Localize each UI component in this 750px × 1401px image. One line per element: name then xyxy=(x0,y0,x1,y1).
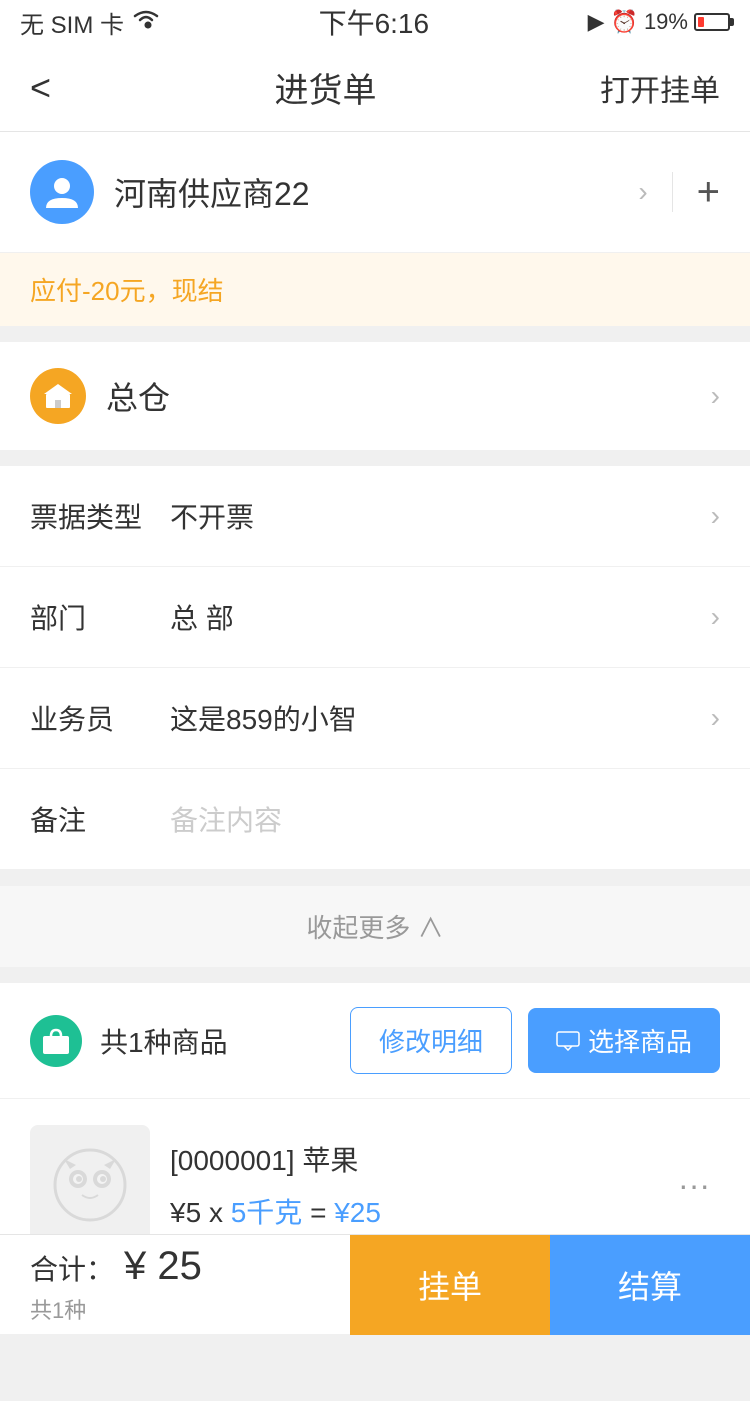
department-value: 总 部 xyxy=(170,597,701,637)
status-right: ▶ ⏰ 19% xyxy=(588,9,730,35)
remark-label: 备注 xyxy=(30,799,170,839)
product-name: [0000001] 苹果 xyxy=(170,1139,668,1179)
warehouse-row[interactable]: 总仓 › xyxy=(0,342,750,450)
unit-price: ¥5 xyxy=(170,1197,201,1228)
product-count: 共1种商品 xyxy=(100,1021,350,1061)
select-product-button[interactable]: 选择商品 xyxy=(528,1008,720,1073)
more-button[interactable]: ··· xyxy=(668,1167,720,1204)
collapse-toggle[interactable]: 收起更多 ∧ xyxy=(0,886,750,967)
location-icon: ▶ xyxy=(588,9,605,35)
price-multiply: x xyxy=(209,1197,231,1228)
carrier-label: 无 SIM 卡 xyxy=(20,5,124,40)
page-title: 进货单 xyxy=(275,63,377,112)
salesman-value: 这是859的小智 xyxy=(170,698,701,738)
select-product-label: 选择商品 xyxy=(588,1022,692,1059)
ticket-type-label: 票据类型 xyxy=(30,496,170,536)
salesman-label: 业务员 xyxy=(30,698,170,738)
warehouse-card[interactable]: 总仓 › xyxy=(0,342,750,450)
chevron-right-icon: › xyxy=(711,380,720,412)
product-section: 共1种商品 修改明细 选择商品 xyxy=(0,983,750,1269)
hang-button[interactable]: 挂单 xyxy=(350,1235,550,1335)
ticket-type-value: 不开票 xyxy=(170,496,701,536)
ticket-type-row[interactable]: 票据类型 不开票 › xyxy=(0,466,750,567)
total-row: 合计： ¥ 25 xyxy=(30,1244,320,1289)
warehouse-name: 总仓 xyxy=(106,373,701,419)
add-button[interactable]: + xyxy=(697,170,720,215)
department-row[interactable]: 部门 总 部 › xyxy=(0,567,750,668)
nav-bar: < 进货单 打开挂单 xyxy=(0,44,750,132)
edit-detail-button[interactable]: 修改明细 xyxy=(350,1007,512,1074)
warehouse-icon xyxy=(30,368,86,424)
product-code: [0000001] xyxy=(170,1145,295,1176)
quantity: 5千克 xyxy=(231,1197,303,1228)
status-bar: 无 SIM 卡 下午6:16 ▶ ⏰ 19% xyxy=(0,0,750,44)
form-card: 票据类型 不开票 › 部门 总 部 › 业务员 这是859的小智 › 备注 备注… xyxy=(0,466,750,870)
product-icon xyxy=(30,1015,82,1067)
product-price-row: ¥5 x 5千克 = ¥25 xyxy=(170,1191,668,1231)
footer: 合计： ¥ 25 共1种 挂单 结算 xyxy=(0,1234,750,1334)
remark-row[interactable]: 备注 备注内容 xyxy=(0,769,750,870)
supplier-name: 河南供应商22 xyxy=(114,169,628,215)
supplier-row[interactable]: 河南供应商22 › + xyxy=(0,132,750,253)
status-left: 无 SIM 卡 xyxy=(20,5,160,40)
status-time: 下午6:16 xyxy=(319,2,430,42)
back-button[interactable]: < xyxy=(30,67,51,109)
chevron-right-icon: › xyxy=(711,500,720,532)
open-hang-button[interactable]: 打开挂单 xyxy=(600,66,720,110)
total-label: 合计： xyxy=(30,1248,114,1288)
supplier-card: 河南供应商22 › + 应付-20元，现结 xyxy=(0,132,750,326)
battery-icon xyxy=(694,13,730,31)
main-content: 河南供应商22 › + 应付-20元，现结 总仓 › 票据类型 不开票 › xyxy=(0,132,750,1401)
equals-sign: = xyxy=(310,1197,334,1228)
total-sub: 共1种 xyxy=(30,1293,320,1325)
total-price: ¥25 xyxy=(334,1197,381,1228)
product-thumbnail xyxy=(30,1125,150,1245)
department-label: 部门 xyxy=(30,597,170,637)
chevron-right-icon: › xyxy=(711,601,720,633)
notice-bar: 应付-20元，现结 xyxy=(0,253,750,326)
footer-total: 合计： ¥ 25 共1种 xyxy=(0,1244,350,1325)
alarm-icon: ⏰ xyxy=(611,9,638,35)
battery-percent: 19% xyxy=(644,9,688,35)
salesman-row[interactable]: 业务员 这是859的小智 › xyxy=(0,668,750,769)
total-amount: ¥ 25 xyxy=(124,1244,202,1289)
supplier-avatar xyxy=(30,160,94,224)
product-title: 苹果 xyxy=(302,1145,358,1176)
settle-button[interactable]: 结算 xyxy=(550,1235,750,1335)
remark-input[interactable]: 备注内容 xyxy=(170,799,720,839)
chevron-right-icon: › xyxy=(638,176,647,208)
wifi-icon xyxy=(132,8,160,36)
vertical-divider xyxy=(672,172,673,212)
product-info: [0000001] 苹果 ¥5 x 5千克 = ¥25 xyxy=(170,1139,668,1231)
chevron-right-icon: › xyxy=(711,702,720,734)
product-header: 共1种商品 修改明细 选择商品 xyxy=(0,983,750,1099)
